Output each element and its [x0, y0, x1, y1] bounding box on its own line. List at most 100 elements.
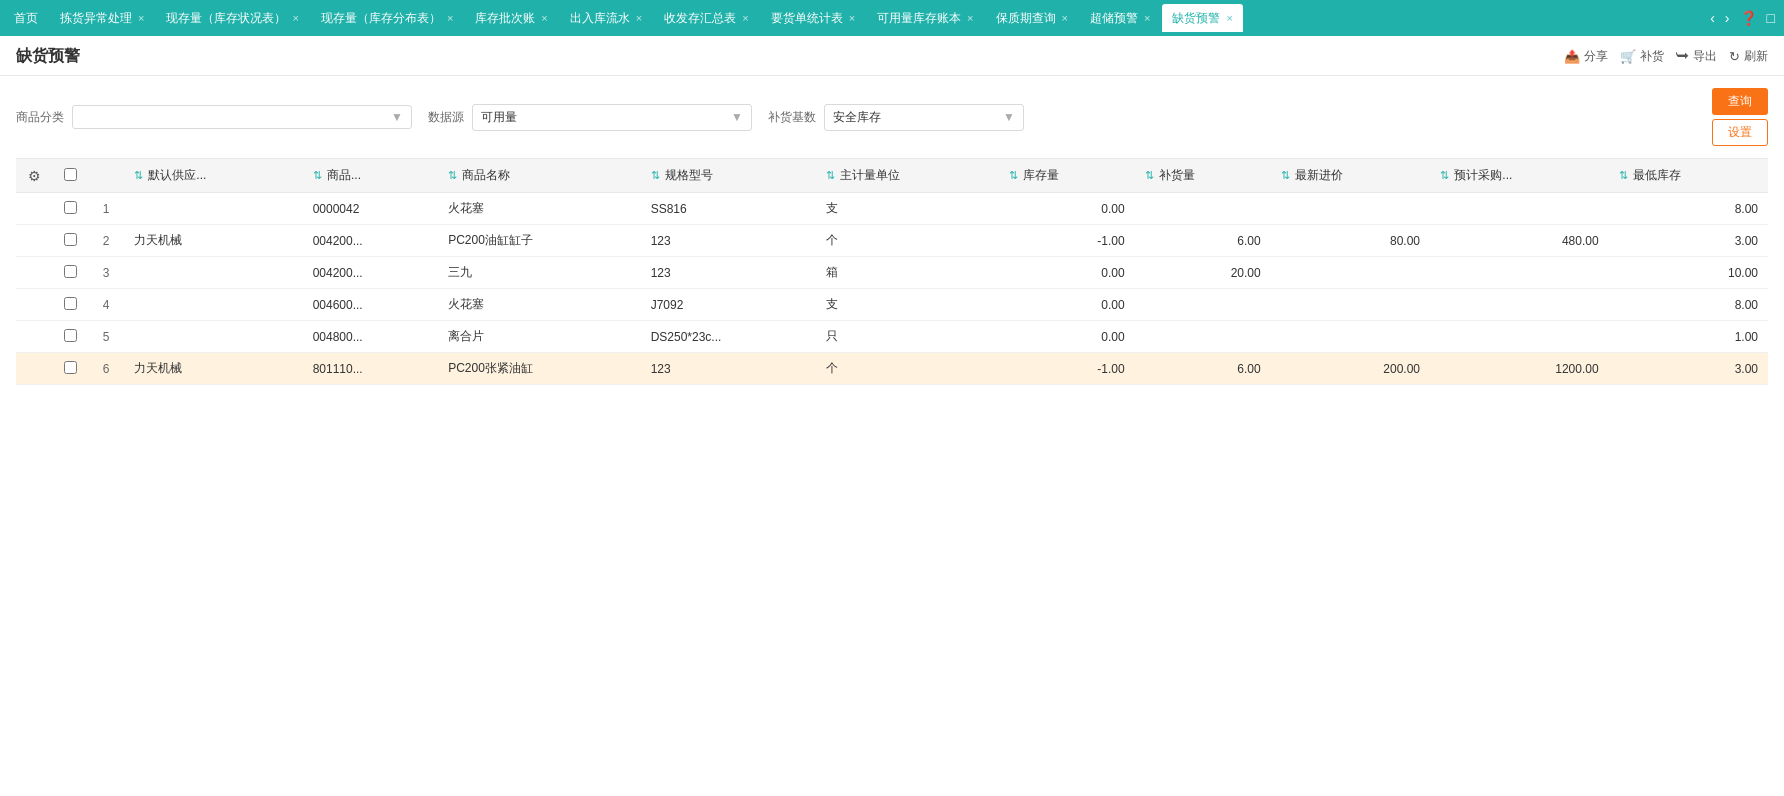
row-product-name: 火花塞: [438, 193, 641, 225]
tab-close-receipt-summary[interactable]: ×: [742, 12, 748, 24]
row-product-code: 004600...: [303, 289, 438, 321]
tab-close-abnormal[interactable]: ×: [138, 12, 144, 24]
header-actions: 📤 分享 🛒 补货 ⮩ 导出 ↻ 刷新: [1564, 48, 1768, 65]
row-gear-cell: [16, 289, 52, 321]
share-button[interactable]: 📤 分享: [1564, 48, 1608, 65]
tab-inventory-dist[interactable]: 现存量（库存分布表） ×: [311, 4, 463, 32]
tab-close-overstock[interactable]: ×: [1144, 12, 1150, 24]
row-checkbox[interactable]: [64, 361, 77, 374]
tab-close-shortage[interactable]: ×: [1226, 12, 1232, 24]
category-filter-group: 商品分类 ▼: [16, 105, 412, 129]
select-all-checkbox[interactable]: [64, 168, 77, 181]
tab-inventory-status[interactable]: 现存量（库存状况表） ×: [156, 4, 308, 32]
tab-fullscreen-btn[interactable]: □: [1762, 0, 1780, 36]
tab-prev-btn[interactable]: ‹: [1705, 0, 1720, 36]
tab-shortage[interactable]: 缺货预警 ×: [1162, 4, 1242, 32]
row-product-name: PC200张紧油缸: [438, 353, 641, 385]
replenish-icon: 🛒: [1620, 49, 1636, 64]
category-select[interactable]: ▼: [72, 105, 412, 129]
th-unit[interactable]: ⇅ 主计量单位: [816, 159, 998, 193]
row-gear-cell: [16, 257, 52, 289]
table-row: 3 004200... 三九 123 箱 0.00 20.00 10.00: [16, 257, 1768, 289]
row-check-cell[interactable]: [52, 257, 88, 289]
row-checkbox[interactable]: [64, 201, 77, 214]
row-default-supplier: [124, 321, 303, 353]
row-number: 3: [88, 257, 124, 289]
row-product-code: 004200...: [303, 225, 438, 257]
row-min-stock: 8.00: [1609, 193, 1768, 225]
row-spec: 123: [641, 353, 816, 385]
tab-receipt-summary[interactable]: 收发存汇总表 ×: [654, 4, 758, 32]
row-check-cell[interactable]: [52, 289, 88, 321]
th-latest-price[interactable]: ⇅ 最新进价: [1271, 159, 1430, 193]
row-checkbox[interactable]: [64, 265, 77, 278]
tab-batch-account[interactable]: 库存批次账 ×: [465, 4, 557, 32]
tab-available-ledger[interactable]: 可用量库存账本 ×: [867, 4, 983, 32]
row-stock: 0.00: [999, 257, 1135, 289]
tab-overstock[interactable]: 超储预警 ×: [1080, 4, 1160, 32]
row-unit: 箱: [816, 257, 998, 289]
sort-icon-unit: ⇅: [826, 169, 835, 181]
export-button[interactable]: ⮩ 导出: [1676, 48, 1717, 65]
tab-close-expiry-query[interactable]: ×: [1062, 12, 1068, 24]
row-default-supplier: 力天机械: [124, 225, 303, 257]
row-checkbox[interactable]: [64, 297, 77, 310]
sort-icon-min-stock: ⇅: [1619, 169, 1628, 181]
tab-close-inout-flow[interactable]: ×: [636, 12, 642, 24]
tab-expiry-query[interactable]: 保质期查询 ×: [986, 4, 1078, 32]
row-checkbox[interactable]: [64, 329, 77, 342]
row-stock: 0.00: [999, 321, 1135, 353]
category-arrow-icon: ▼: [391, 110, 403, 124]
page-title: 缺货预警: [16, 46, 80, 67]
tab-close-inventory-dist[interactable]: ×: [447, 12, 453, 24]
th-replenish[interactable]: ⇅ 补货量: [1135, 159, 1271, 193]
row-unit: 支: [816, 193, 998, 225]
replenish-basis-arrow-icon: ▼: [1003, 110, 1015, 124]
tab-demand-stat[interactable]: 要货单统计表 ×: [761, 4, 865, 32]
datasource-value: 可用量: [481, 109, 517, 126]
row-latest-price: 80.00: [1271, 225, 1430, 257]
tab-close-batch-account[interactable]: ×: [541, 12, 547, 24]
row-checkbox[interactable]: [64, 233, 77, 246]
tab-close-inventory-status[interactable]: ×: [292, 12, 298, 24]
th-est-purchase[interactable]: ⇅ 预计采购...: [1430, 159, 1609, 193]
replenish-basis-select[interactable]: 安全库存 ▼: [824, 104, 1024, 131]
export-icon: ⮩: [1676, 49, 1689, 64]
row-number: 1: [88, 193, 124, 225]
gear-icon[interactable]: ⚙: [28, 168, 41, 184]
th-spec[interactable]: ⇅ 规格型号: [641, 159, 816, 193]
row-check-cell[interactable]: [52, 321, 88, 353]
tab-close-available-ledger[interactable]: ×: [967, 12, 973, 24]
refresh-button[interactable]: ↻ 刷新: [1729, 48, 1768, 65]
tab-home[interactable]: 首页: [4, 4, 48, 32]
row-stock: 0.00: [999, 289, 1135, 321]
tab-abnormal[interactable]: 拣货异常处理 ×: [50, 4, 154, 32]
th-product-name[interactable]: ⇅ 商品名称: [438, 159, 641, 193]
table-row: 2 力天机械 004200... PC200油缸缸子 123 个 -1.00 6…: [16, 225, 1768, 257]
replenish-button[interactable]: 🛒 补货: [1620, 48, 1664, 65]
tab-inout-flow[interactable]: 出入库流水 ×: [560, 4, 652, 32]
th-default-supplier[interactable]: ⇅ 默认供应...: [124, 159, 303, 193]
row-check-cell[interactable]: [52, 193, 88, 225]
th-stock[interactable]: ⇅ 库存量: [999, 159, 1135, 193]
row-default-supplier: [124, 257, 303, 289]
page-header: 缺货预警 📤 分享 🛒 补货 ⮩ 导出 ↻ 刷新: [0, 36, 1784, 76]
th-gear[interactable]: ⚙: [16, 159, 52, 193]
row-latest-price: [1271, 321, 1430, 353]
th-min-stock[interactable]: ⇅ 最低库存: [1609, 159, 1768, 193]
row-stock: -1.00: [999, 225, 1135, 257]
tab-next-btn[interactable]: ›: [1720, 0, 1735, 36]
row-check-cell[interactable]: [52, 225, 88, 257]
tab-close-demand-stat[interactable]: ×: [849, 12, 855, 24]
th-product-code[interactable]: ⇅ 商品...: [303, 159, 438, 193]
tab-restore-btn[interactable]: ❓: [1735, 0, 1762, 36]
settings-button[interactable]: 设置: [1712, 119, 1768, 146]
main-table: ⚙ ⇅ 默认供应... ⇅ 商品... ⇅: [16, 158, 1768, 385]
table-row: 1 0000042 火花塞 SS816 支 0.00 8.00: [16, 193, 1768, 225]
query-button[interactable]: 查询: [1712, 88, 1768, 115]
row-check-cell[interactable]: [52, 353, 88, 385]
sort-icon-supplier: ⇅: [134, 169, 143, 181]
th-check[interactable]: [52, 159, 88, 193]
row-unit: 个: [816, 225, 998, 257]
datasource-select[interactable]: 可用量 ▼: [472, 104, 752, 131]
